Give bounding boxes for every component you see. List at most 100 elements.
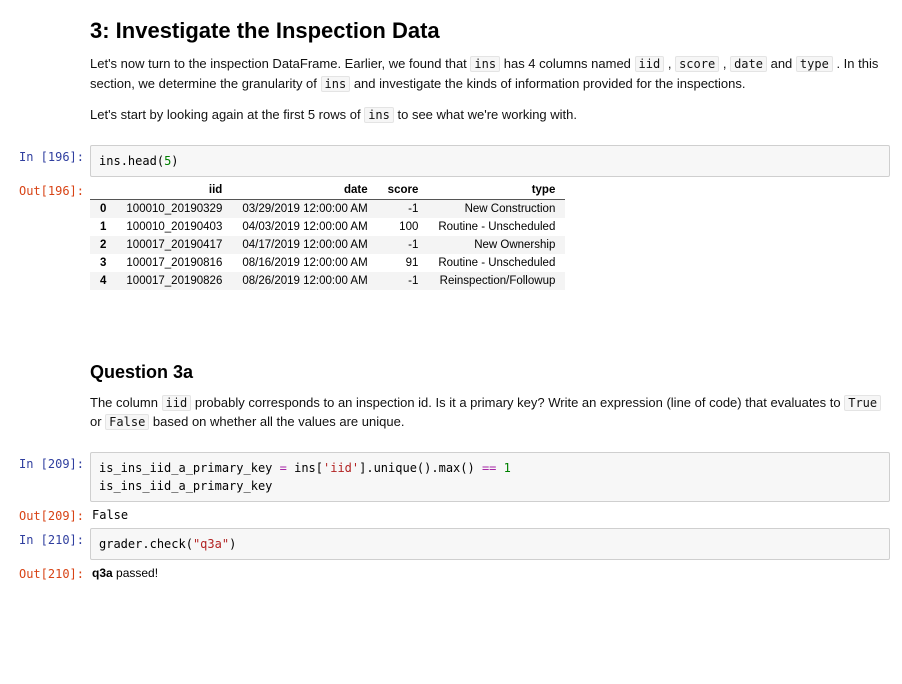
code-cell-head-out: Out[196]: iid date score type 0 100010_2…	[12, 179, 890, 292]
text: has 4 columns named	[504, 56, 635, 71]
row-index: 0	[90, 199, 116, 218]
tok: is_ins_iid_a_primary_key	[99, 461, 272, 475]
code-cell-q3a-in: In [209]: is_ins_iid_a_primary_key = ins…	[12, 452, 890, 502]
section-para-1: Let's now turn to the inspection DataFra…	[90, 54, 890, 93]
cell: 100017_20190816	[116, 254, 232, 272]
tok: ins	[99, 154, 121, 168]
cell: 04/03/2019 12:00:00 AM	[232, 218, 377, 236]
table-row: 1 100010_20190403 04/03/2019 12:00:00 AM…	[90, 218, 565, 236]
code-cell-grader-in: In [210]: grader.check("q3a")	[12, 528, 890, 560]
table-header-index	[90, 181, 116, 200]
tok: is_ins_iid_a_primary_key	[99, 479, 272, 493]
text: The column	[90, 395, 162, 410]
row-index: 1	[90, 218, 116, 236]
text: and	[771, 56, 796, 71]
text: probably corresponds to an inspection id…	[195, 395, 844, 410]
tok: )	[171, 154, 178, 168]
in-prompt: In [209]:	[12, 452, 90, 473]
code-input[interactable]: is_ins_iid_a_primary_key = ins['iid'].un…	[90, 452, 890, 502]
code-type: type	[796, 56, 833, 72]
code-iid: iid	[162, 395, 192, 411]
tok: .	[121, 154, 128, 168]
cell: 100010_20190329	[116, 199, 232, 218]
question-para: The column iid probably corresponds to a…	[90, 393, 890, 432]
code-score: score	[675, 56, 719, 72]
row-index: 2	[90, 236, 116, 254]
result-rest: passed!	[113, 566, 158, 580]
cell: 04/17/2019 12:00:00 AM	[232, 236, 377, 254]
in-prompt: In [210]:	[12, 528, 90, 549]
question-title: Question 3a	[90, 362, 890, 383]
cell: 08/16/2019 12:00:00 AM	[232, 254, 377, 272]
section-title: 3: Investigate the Inspection Data	[90, 18, 890, 44]
markdown-cell-section: 3: Investigate the Inspection Data Let's…	[12, 10, 890, 143]
table-header: score	[378, 181, 429, 200]
tok: ins[	[294, 461, 323, 475]
tok: .	[142, 537, 149, 551]
tok: head	[128, 154, 157, 168]
tok: ].unique().max()	[359, 461, 482, 475]
tok	[272, 461, 279, 475]
text: based on whether all the values are uniq…	[153, 414, 405, 429]
cell: New Construction	[428, 199, 565, 218]
code-ins-3: ins	[364, 107, 394, 123]
code-cell-grader-out: Out[210]: q3a passed!	[12, 562, 890, 584]
spacer	[12, 294, 890, 354]
table-header: iid	[116, 181, 232, 200]
cell: 100010_20190403	[116, 218, 232, 236]
tok: 1	[504, 461, 511, 475]
code-ins-2: ins	[321, 76, 351, 92]
text: and investigate the kinds of information…	[354, 76, 746, 91]
cell: -1	[378, 272, 429, 290]
empty-prompt	[12, 356, 90, 361]
tok: =	[280, 461, 287, 475]
cell: -1	[378, 199, 429, 218]
code-body[interactable]: ins.head(5)	[90, 145, 890, 177]
text: to see what we're working with.	[398, 107, 578, 122]
code-date: date	[730, 56, 767, 72]
output-body: iid date score type 0 100010_20190329 03…	[90, 179, 890, 292]
tok: )	[229, 537, 236, 551]
tok: "q3a"	[193, 537, 229, 551]
section-para-2: Let's start by looking again at the firs…	[90, 105, 890, 125]
tok: ==	[482, 461, 496, 475]
tok: check	[150, 537, 186, 551]
text: ,	[723, 56, 730, 71]
tok: grader	[99, 537, 142, 551]
notebook: 3: Investigate the Inspection Data Let's…	[0, 0, 902, 606]
code-cell-q3a-out: Out[209]: False	[12, 504, 890, 526]
in-prompt: In [196]:	[12, 145, 90, 166]
tok	[496, 461, 503, 475]
output-body: False	[90, 504, 890, 526]
table-header-row: iid date score type	[90, 181, 565, 200]
out-prompt: Out[196]:	[12, 179, 90, 200]
cell: 100017_20190826	[116, 272, 232, 290]
code-input[interactable]: ins.head(5)	[90, 145, 890, 177]
output-text: False	[90, 504, 890, 526]
output-html: q3a passed!	[90, 562, 890, 584]
text: Let's now turn to the inspection DataFra…	[90, 56, 470, 71]
text: ,	[668, 56, 675, 71]
out-prompt: Out[210]:	[12, 562, 90, 583]
code-body[interactable]: is_ins_iid_a_primary_key = ins['iid'].un…	[90, 452, 890, 502]
cell: 100	[378, 218, 429, 236]
cell: 91	[378, 254, 429, 272]
text: or	[90, 414, 105, 429]
result-name: q3a	[92, 566, 113, 580]
cell: 03/29/2019 12:00:00 AM	[232, 199, 377, 218]
cell: Routine - Unscheduled	[428, 254, 565, 272]
empty-prompt	[12, 10, 90, 15]
markdown-body: Question 3a The column iid probably corr…	[90, 356, 890, 450]
table-row: 0 100010_20190329 03/29/2019 12:00:00 AM…	[90, 199, 565, 218]
row-index: 4	[90, 272, 116, 290]
out-prompt: Out[209]:	[12, 504, 90, 525]
tok: (	[186, 537, 193, 551]
table-header: date	[232, 181, 377, 200]
code-input[interactable]: grader.check("q3a")	[90, 528, 890, 560]
table-row: 4 100017_20190826 08/26/2019 12:00:00 AM…	[90, 272, 565, 290]
code-true: True	[844, 395, 881, 411]
cell: 08/26/2019 12:00:00 AM	[232, 272, 377, 290]
code-iid: iid	[635, 56, 665, 72]
code-body[interactable]: grader.check("q3a")	[90, 528, 890, 560]
tok	[287, 461, 294, 475]
